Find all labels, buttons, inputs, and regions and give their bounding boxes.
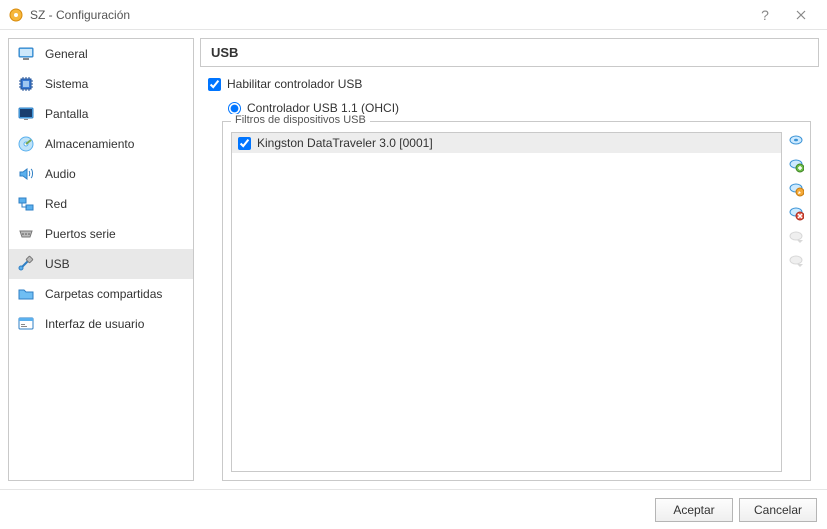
folder-icon (17, 285, 35, 303)
add-device-filter-button[interactable] (787, 156, 805, 174)
filter-actions (782, 122, 810, 480)
sidebar-item-audio[interactable]: Audio (9, 159, 193, 189)
edit-filter-button[interactable] (787, 180, 805, 198)
remove-filter-button[interactable] (787, 204, 805, 222)
filter-checkbox[interactable] (238, 137, 251, 150)
settings-sidebar: General Sistema Pantalla Almacenamiento … (8, 38, 194, 481)
usb-filters-fieldset: Filtros de dispositivos USB Kingston Dat… (222, 121, 811, 481)
sidebar-label: Puertos serie (45, 227, 116, 241)
sidebar-item-network[interactable]: Red (9, 189, 193, 219)
dialog-footer: Aceptar Cancelar (0, 489, 827, 529)
filter-label: Kingston DataTraveler 3.0 [0001] (257, 136, 433, 150)
section-header: USB (200, 38, 819, 67)
monitor-icon (17, 45, 35, 63)
chip-icon (17, 75, 35, 93)
app-icon (8, 7, 24, 23)
sidebar-label: Audio (45, 167, 76, 181)
sidebar-item-display[interactable]: Pantalla (9, 99, 193, 129)
sidebar-label: Carpetas compartidas (45, 287, 162, 301)
network-icon (17, 195, 35, 213)
usb-controller-label: Controlador USB 1.1 (OHCI) (247, 101, 399, 115)
sidebar-item-system[interactable]: Sistema (9, 69, 193, 99)
sidebar-label: Red (45, 197, 67, 211)
serial-icon (17, 225, 35, 243)
sidebar-label: USB (45, 257, 70, 271)
sidebar-item-general[interactable]: General (9, 39, 193, 69)
move-filter-down-button[interactable] (787, 252, 805, 270)
sidebar-item-usb[interactable]: USB (9, 249, 193, 279)
add-empty-filter-button[interactable] (787, 132, 805, 150)
display-icon (17, 105, 35, 123)
sidebar-label: Interfaz de usuario (45, 317, 144, 331)
usb-icon (17, 255, 35, 273)
sidebar-label: General (45, 47, 88, 61)
main-panel: USB Habilitar controlador USB Controlado… (200, 38, 819, 481)
enable-usb-label: Habilitar controlador USB (227, 77, 362, 91)
window-title: SZ - Configuración (30, 8, 747, 22)
speaker-icon (17, 165, 35, 183)
sidebar-item-ui[interactable]: Interfaz de usuario (9, 309, 193, 339)
title-bar: SZ - Configuración ? (0, 0, 827, 30)
cancel-button[interactable]: Cancelar (739, 498, 817, 522)
sidebar-label: Almacenamiento (45, 137, 134, 151)
usb-filter-list[interactable]: Kingston DataTraveler 3.0 [0001] (231, 132, 782, 472)
sidebar-label: Sistema (45, 77, 88, 91)
usb-filter-row[interactable]: Kingston DataTraveler 3.0 [0001] (232, 133, 781, 153)
section-title: USB (211, 45, 808, 60)
sidebar-label: Pantalla (45, 107, 88, 121)
ok-button[interactable]: Aceptar (655, 498, 733, 522)
usb-controller-radio[interactable] (228, 102, 241, 115)
disk-icon (17, 135, 35, 153)
ui-icon (17, 315, 35, 333)
close-button[interactable] (783, 1, 819, 29)
help-button[interactable]: ? (747, 1, 783, 29)
move-filter-up-button[interactable] (787, 228, 805, 246)
sidebar-item-serial[interactable]: Puertos serie (9, 219, 193, 249)
fieldset-legend: Filtros de dispositivos USB (231, 114, 370, 126)
sidebar-item-storage[interactable]: Almacenamiento (9, 129, 193, 159)
enable-usb-checkbox[interactable] (208, 78, 221, 91)
sidebar-item-shared-folders[interactable]: Carpetas compartidas (9, 279, 193, 309)
